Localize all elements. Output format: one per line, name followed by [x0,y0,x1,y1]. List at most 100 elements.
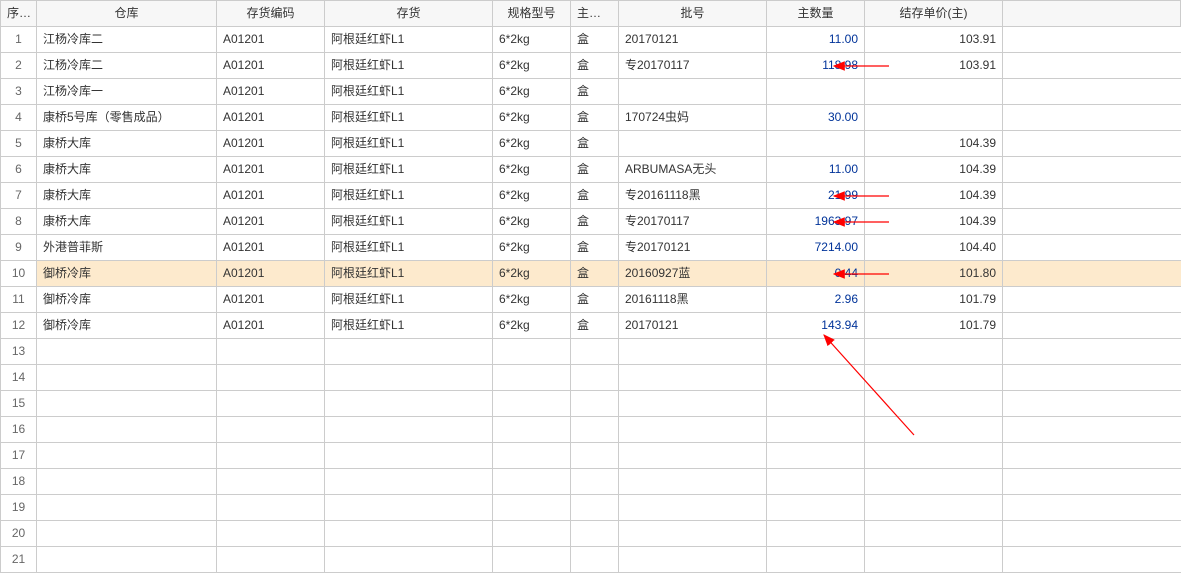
cell-seq[interactable]: 18 [1,469,37,495]
cell-seq[interactable]: 9 [1,235,37,261]
cell-name[interactable]: 阿根廷红虾L1 [325,183,493,209]
cell-uom[interactable] [571,443,619,469]
table-row[interactable]: 17 [1,443,1181,469]
cell-batch[interactable] [619,339,767,365]
table-row[interactable]: 10御桥冷库A01201阿根廷红虾L16*2kg盒20160927蓝0.4410… [1,261,1181,287]
cell-batch[interactable]: 20160927蓝 [619,261,767,287]
table-row[interactable]: 7康桥大库A01201阿根廷红虾L16*2kg盒专20161118黑21.991… [1,183,1181,209]
cell-wh[interactable] [37,521,217,547]
cell-code[interactable] [217,469,325,495]
col-header-spec[interactable]: 规格型号 [493,1,571,27]
cell-uom[interactable]: 盒 [571,287,619,313]
cell-name[interactable]: 阿根廷红虾L1 [325,287,493,313]
table-row[interactable]: 13 [1,339,1181,365]
table-row[interactable]: 4康桥5号库（零售成品）A01201阿根廷红虾L16*2kg盒170724虫妈3… [1,105,1181,131]
cell-wh[interactable]: 康桥大库 [37,209,217,235]
cell-wh[interactable]: 御桥冷库 [37,261,217,287]
cell-uom[interactable] [571,495,619,521]
cell-name[interactable] [325,391,493,417]
cell-price[interactable]: 104.39 [865,131,1003,157]
cell-wh[interactable]: 江杨冷库二 [37,53,217,79]
cell-wh[interactable] [37,417,217,443]
cell-seq[interactable]: 16 [1,417,37,443]
cell-code[interactable] [217,339,325,365]
cell-code[interactable]: A01201 [217,209,325,235]
cell-qty[interactable] [767,365,865,391]
table-row[interactable]: 12御桥冷库A01201阿根廷红虾L16*2kg盒20170121143.941… [1,313,1181,339]
cell-uom[interactable] [571,365,619,391]
cell-wh[interactable] [37,391,217,417]
cell-uom[interactable]: 盒 [571,131,619,157]
table-row[interactable]: 18 [1,469,1181,495]
cell-uom[interactable]: 盒 [571,261,619,287]
cell-seq[interactable]: 14 [1,365,37,391]
cell-batch[interactable]: 专20161118黑 [619,183,767,209]
cell-seq[interactable]: 17 [1,443,37,469]
cell-batch[interactable]: 20170121 [619,27,767,53]
col-header-name[interactable]: 存货 [325,1,493,27]
cell-seq[interactable]: 15 [1,391,37,417]
cell-qty[interactable] [767,495,865,521]
cell-name[interactable] [325,521,493,547]
table-row[interactable]: 11御桥冷库A01201阿根廷红虾L16*2kg盒20161118黑2.9610… [1,287,1181,313]
col-header-qty[interactable]: 主数量 [767,1,865,27]
cell-name[interactable]: 阿根廷红虾L1 [325,313,493,339]
cell-seq[interactable]: 20 [1,521,37,547]
cell-price[interactable]: 101.80 [865,261,1003,287]
cell-qty[interactable] [767,79,865,105]
cell-seq[interactable]: 11 [1,287,37,313]
table-row[interactable]: 1江杨冷库二A01201阿根廷红虾L16*2kg盒2017012111.0010… [1,27,1181,53]
cell-spec[interactable]: 6*2kg [493,209,571,235]
cell-price[interactable] [865,339,1003,365]
cell-code[interactable]: A01201 [217,261,325,287]
cell-wh[interactable]: 康桥5号库（零售成品） [37,105,217,131]
cell-price[interactable]: 101.79 [865,313,1003,339]
cell-batch[interactable] [619,391,767,417]
cell-code[interactable]: A01201 [217,27,325,53]
cell-wh[interactable]: 外港普菲斯 [37,235,217,261]
cell-spec[interactable]: 6*2kg [493,183,571,209]
cell-name[interactable]: 阿根廷红虾L1 [325,157,493,183]
cell-spec[interactable]: 6*2kg [493,235,571,261]
cell-wh[interactable]: 江杨冷库一 [37,79,217,105]
cell-spec[interactable]: 6*2kg [493,261,571,287]
cell-name[interactable]: 阿根廷红虾L1 [325,209,493,235]
cell-qty[interactable] [767,417,865,443]
cell-spec[interactable] [493,443,571,469]
cell-price[interactable]: 104.39 [865,157,1003,183]
cell-price[interactable] [865,547,1003,573]
cell-seq[interactable]: 7 [1,183,37,209]
cell-spec[interactable] [493,417,571,443]
cell-code[interactable]: A01201 [217,235,325,261]
cell-code[interactable] [217,417,325,443]
cell-name[interactable]: 阿根廷红虾L1 [325,105,493,131]
cell-price[interactable] [865,469,1003,495]
table-row[interactable]: 19 [1,495,1181,521]
cell-price[interactable] [865,417,1003,443]
cell-qty[interactable] [767,469,865,495]
table-row[interactable]: 6康桥大库A01201阿根廷红虾L16*2kg盒ARBUMASA无头11.001… [1,157,1181,183]
cell-batch[interactable] [619,365,767,391]
col-header-seq[interactable]: 序号 [1,1,37,27]
table-row[interactable]: 2江杨冷库二A01201阿根廷红虾L16*2kg盒专20170117118.98… [1,53,1181,79]
cell-uom[interactable]: 盒 [571,183,619,209]
cell-seq[interactable]: 10 [1,261,37,287]
cell-code[interactable] [217,521,325,547]
cell-uom[interactable]: 盒 [571,27,619,53]
cell-batch[interactable]: 20170121 [619,313,767,339]
cell-name[interactable] [325,547,493,573]
cell-seq[interactable]: 13 [1,339,37,365]
cell-uom[interactable]: 盒 [571,105,619,131]
cell-spec[interactable] [493,391,571,417]
cell-name[interactable] [325,365,493,391]
cell-batch[interactable] [619,521,767,547]
cell-name[interactable] [325,417,493,443]
cell-code[interactable]: A01201 [217,105,325,131]
cell-price[interactable] [865,79,1003,105]
cell-qty[interactable] [767,547,865,573]
cell-code[interactable] [217,365,325,391]
cell-wh[interactable]: 江杨冷库二 [37,27,217,53]
cell-wh[interactable] [37,547,217,573]
table-row[interactable]: 20 [1,521,1181,547]
cell-uom[interactable] [571,521,619,547]
